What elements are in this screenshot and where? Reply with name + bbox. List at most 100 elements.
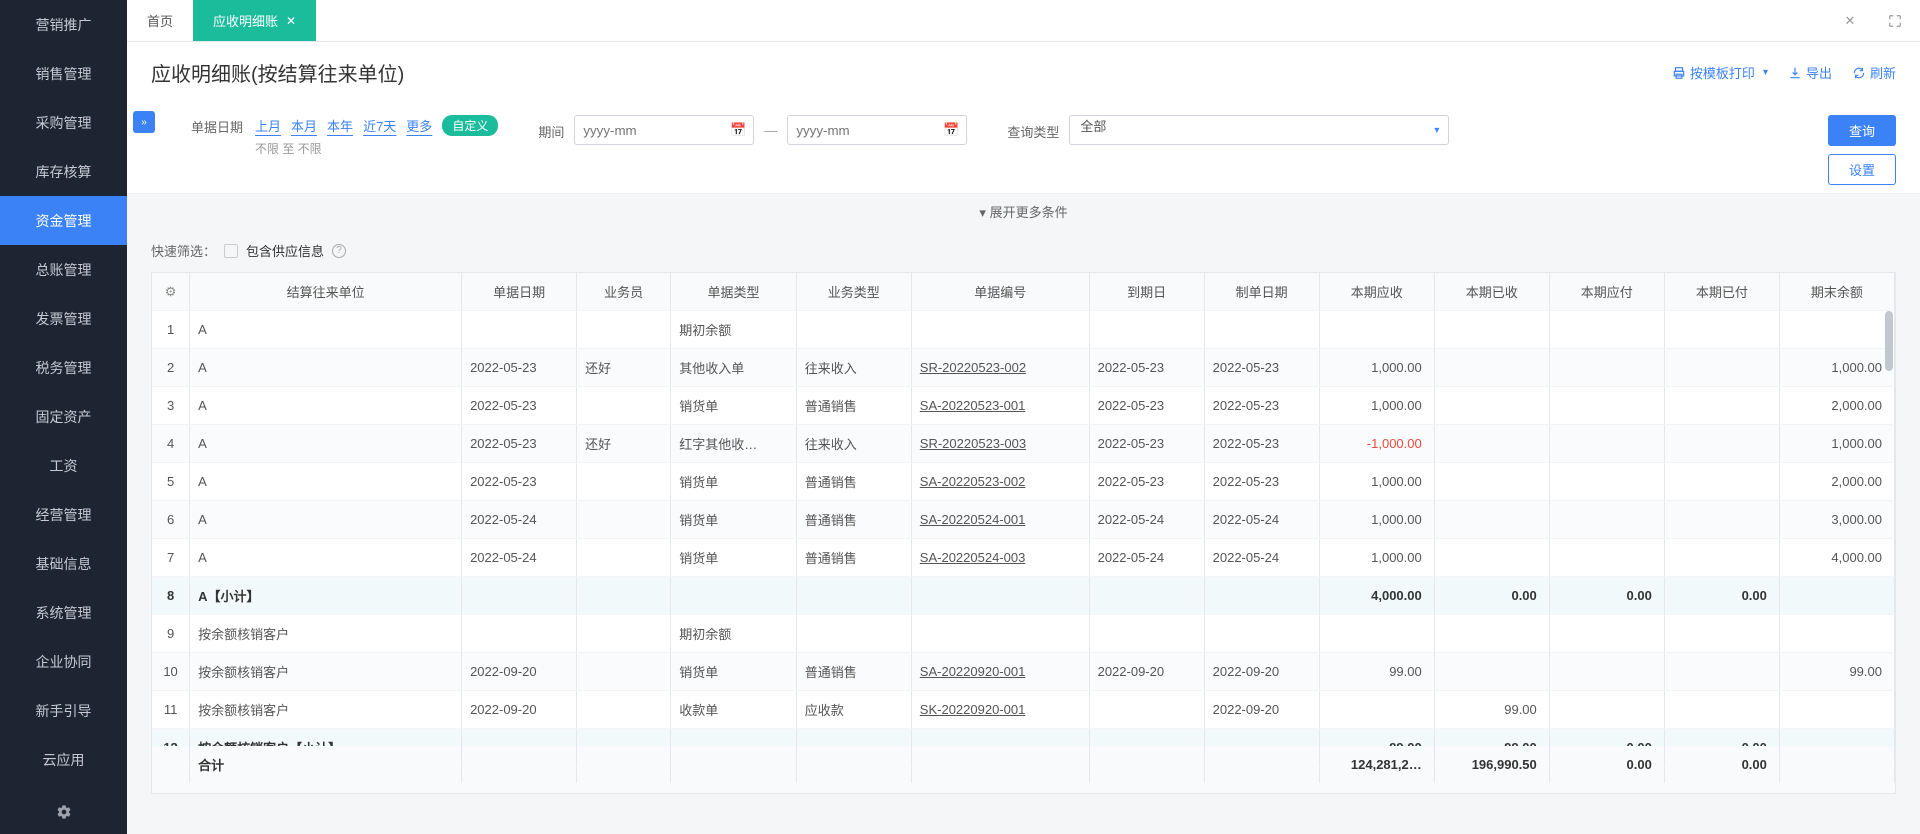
- recv-cell: 1,000.00: [1319, 349, 1434, 387]
- collapse-filter-icon[interactable]: »: [133, 111, 155, 133]
- close-icon[interactable]: ✕: [286, 14, 296, 28]
- sidebar-item-14[interactable]: 新手引导: [0, 686, 127, 735]
- date-cell: 2022-05-23: [462, 463, 577, 501]
- docno-link[interactable]: SA-20220523-002: [911, 463, 1089, 501]
- sidebar-item-13[interactable]: 企业协同: [0, 637, 127, 686]
- col-header[interactable]: 本期应付: [1549, 273, 1664, 311]
- biztype-cell: [796, 311, 911, 349]
- docno-link[interactable]: [911, 311, 1089, 349]
- col-header[interactable]: 期末余额: [1779, 273, 1894, 311]
- docno-link[interactable]: [911, 615, 1089, 653]
- sidebar-item-10[interactable]: 经营管理: [0, 490, 127, 539]
- expand-filters[interactable]: ▾ 展开更多条件: [127, 193, 1920, 229]
- sidebar-item-9[interactable]: 工资: [0, 441, 127, 490]
- col-header[interactable]: 单据类型: [671, 273, 797, 311]
- table-row[interactable]: 4A2022-05-23还好红字其他收…往来收入SR-20220523-0032…: [152, 425, 1895, 463]
- pay-cell: [1549, 349, 1664, 387]
- period-from-input[interactable]: [574, 115, 754, 145]
- due-cell: [1089, 577, 1204, 615]
- col-header[interactable]: 业务员: [577, 273, 671, 311]
- col-header[interactable]: 到期日: [1089, 273, 1204, 311]
- sidebar-item-5[interactable]: 总账管理: [0, 245, 127, 294]
- pay-cell: [1549, 691, 1664, 729]
- sidebar-item-12[interactable]: 系统管理: [0, 588, 127, 637]
- col-header[interactable]: 本期已收: [1434, 273, 1549, 311]
- horizontal-scrollbar[interactable]: [152, 783, 1895, 793]
- help-icon[interactable]: ?: [332, 244, 346, 258]
- close-all-tabs[interactable]: ✕: [1830, 0, 1870, 41]
- export-button[interactable]: 导出: [1788, 63, 1832, 82]
- col-header[interactable]: 本期已付: [1664, 273, 1779, 311]
- sidebar-item-8[interactable]: 固定资产: [0, 392, 127, 441]
- docno-link[interactable]: SA-20220524-003: [911, 539, 1089, 577]
- column-settings[interactable]: ⚙: [152, 273, 190, 311]
- docno-link[interactable]: [911, 577, 1089, 615]
- col-header[interactable]: 结算往来单位: [190, 273, 462, 311]
- table-row[interactable]: 3A2022-05-23销货单普通销售SA-20220523-0012022-0…: [152, 387, 1895, 425]
- unit-cell: 按余额核销客户: [190, 615, 462, 653]
- sidebar-item-15[interactable]: 云应用: [0, 735, 127, 784]
- table-row[interactable]: 2A2022-05-23还好其他收入单往来收入SR-20220523-00220…: [152, 349, 1895, 387]
- col-header[interactable]: 本期应收: [1319, 273, 1434, 311]
- table-row[interactable]: 10按余额核销客户2022-09-20销货单普通销售SA-20220920-00…: [152, 653, 1895, 691]
- tab-home[interactable]: 首页: [127, 0, 193, 41]
- biztype-cell: [796, 577, 911, 615]
- col-header[interactable]: 制单日期: [1204, 273, 1319, 311]
- make-cell: 2022-05-24: [1204, 539, 1319, 577]
- table-row[interactable]: 5A2022-05-23销货单普通销售SA-20220523-0022022-0…: [152, 463, 1895, 501]
- row-index: 5: [152, 463, 190, 501]
- col-header[interactable]: 单据编号: [911, 273, 1089, 311]
- fullscreen-icon[interactable]: [1870, 0, 1920, 41]
- page-header: 应收明细账(按结算往来单位) 按模板打印 导出 刷新: [127, 42, 1920, 103]
- docno-link[interactable]: SR-20220523-003: [911, 425, 1089, 463]
- quick-more[interactable]: 更多: [406, 116, 432, 135]
- quick-custom[interactable]: 自定义: [442, 115, 498, 136]
- refresh-button[interactable]: 刷新: [1852, 63, 1896, 82]
- docno-link[interactable]: SA-20220523-001: [911, 387, 1089, 425]
- table-cell: [911, 745, 1089, 783]
- pay-cell: [1549, 463, 1664, 501]
- date-cell: [462, 577, 577, 615]
- quick-last7[interactable]: 近7天: [363, 116, 396, 135]
- period-to-input[interactable]: [787, 115, 967, 145]
- clerk-cell: [577, 539, 671, 577]
- table-row[interactable]: 7A2022-05-24销货单普通销售SA-20220524-0032022-0…: [152, 539, 1895, 577]
- table-row[interactable]: 1A期初余额: [152, 311, 1895, 349]
- sidebar-item-6[interactable]: 发票管理: [0, 294, 127, 343]
- query-type-select[interactable]: 全部: [1069, 115, 1449, 145]
- table-row[interactable]: 8A【小计】4,000.000.000.000.00: [152, 577, 1895, 615]
- total-pay: 0.00: [1549, 745, 1664, 783]
- sidebar-item-7[interactable]: 税务管理: [0, 343, 127, 392]
- vertical-scrollbar[interactable]: [1885, 311, 1893, 371]
- docno-link[interactable]: SR-20220523-002: [911, 349, 1089, 387]
- recd-cell: [1434, 349, 1549, 387]
- settings-button[interactable]: 设置: [1828, 154, 1896, 185]
- doctype-cell: 其他收入单: [671, 349, 797, 387]
- quick-this-year[interactable]: 本年: [327, 116, 353, 135]
- docno-link[interactable]: SA-20220524-001: [911, 501, 1089, 539]
- sidebar-settings[interactable]: [0, 789, 127, 834]
- sidebar-item-2[interactable]: 采购管理: [0, 98, 127, 147]
- doctype-cell: 销货单: [671, 501, 797, 539]
- table-row[interactable]: 9按余额核销客户期初余额: [152, 615, 1895, 653]
- sidebar-item-11[interactable]: 基础信息: [0, 539, 127, 588]
- col-header[interactable]: 业务类型: [796, 273, 911, 311]
- include-supply-checkbox[interactable]: [224, 244, 238, 258]
- table-row[interactable]: 11按余额核销客户2022-09-20收款单应收款SK-20220920-001…: [152, 691, 1895, 729]
- sidebar-item-3[interactable]: 库存核算: [0, 147, 127, 196]
- paid-cell: [1664, 615, 1779, 653]
- table-row[interactable]: 6A2022-05-24销货单普通销售SA-20220524-0012022-0…: [152, 501, 1895, 539]
- tab-ar-detail[interactable]: 应收明细账 ✕: [193, 0, 316, 41]
- print-button[interactable]: 按模板打印: [1672, 63, 1768, 82]
- quick-this-month[interactable]: 本月: [291, 116, 317, 135]
- sidebar-item-4[interactable]: 资金管理: [0, 196, 127, 245]
- sidebar-item-0[interactable]: 营销推广: [0, 0, 127, 49]
- sidebar-item-1[interactable]: 销售管理: [0, 49, 127, 98]
- unit-cell: A: [190, 349, 462, 387]
- doctype-cell: 销货单: [671, 539, 797, 577]
- query-button[interactable]: 查询: [1828, 115, 1896, 146]
- docno-link[interactable]: SK-20220920-001: [911, 691, 1089, 729]
- col-header[interactable]: 单据日期: [462, 273, 577, 311]
- quick-last-month[interactable]: 上月: [255, 116, 281, 135]
- docno-link[interactable]: SA-20220920-001: [911, 653, 1089, 691]
